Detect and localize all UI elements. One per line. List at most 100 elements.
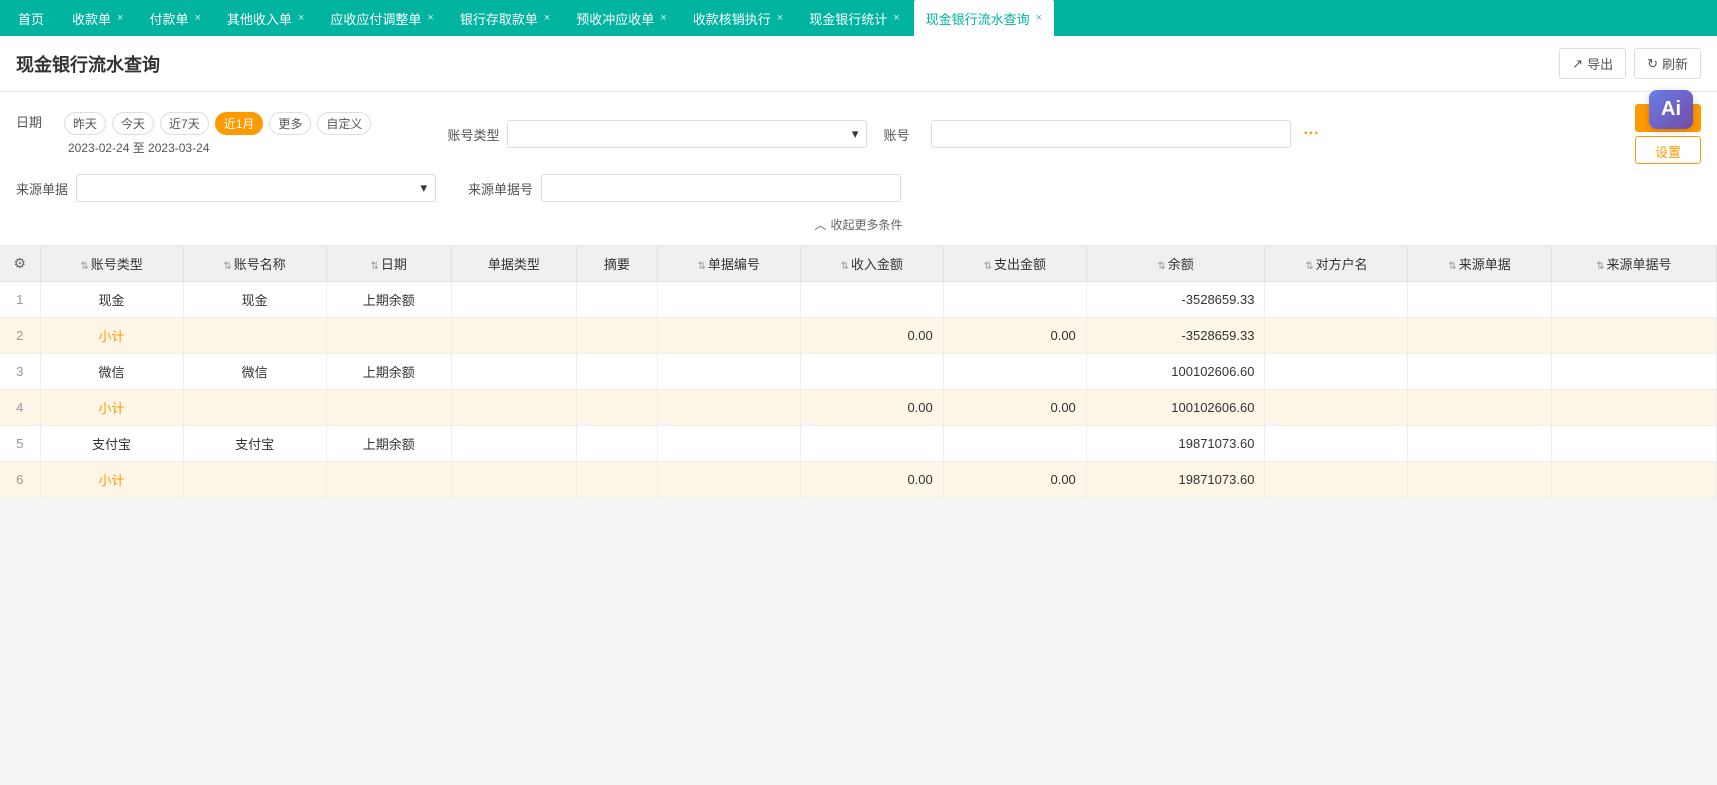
- date-label: 日期: [16, 112, 56, 131]
- cell-account-name: 支付宝: [183, 426, 326, 462]
- date-option-btn[interactable]: 近7天: [160, 112, 209, 135]
- collapse-bar[interactable]: ︿ 收起更多条件: [16, 212, 1701, 237]
- row-number: 2: [0, 318, 40, 354]
- nav-tab[interactable]: 银行存取款单×: [448, 0, 562, 36]
- source-doc-filter: 来源单据 ▾: [16, 174, 436, 202]
- th-balance[interactable]: ⇅余额: [1086, 246, 1265, 282]
- th-expense[interactable]: ⇅支出金额: [943, 246, 1086, 282]
- nav-tab[interactable]: 现金银行统计 ×: [797, 0, 911, 36]
- nav-home[interactable]: 首页: [4, 0, 58, 36]
- header-actions: ↗ 导出 ↻ 刷新: [1559, 48, 1701, 79]
- nav-tab-label: 预收冲应收单: [576, 9, 654, 28]
- th-doc-no[interactable]: ⇅单据编号: [657, 246, 800, 282]
- sort-icon: ⇅: [1596, 261, 1604, 272]
- account-more-button[interactable]: ···: [1299, 125, 1323, 143]
- cell-doc-no: [657, 282, 800, 318]
- cell-source-doc: [1408, 462, 1551, 498]
- nav-tab[interactable]: 应收应付调整单×: [318, 0, 445, 36]
- th-account-type[interactable]: ⇅账号类型: [40, 246, 183, 282]
- th-gear[interactable]: ⚙: [0, 246, 40, 282]
- row-number: 4: [0, 390, 40, 426]
- source-doc-select[interactable]: ▾: [76, 174, 436, 202]
- row-number: 3: [0, 354, 40, 390]
- th-source-doc-no[interactable]: ⇅来源单据号: [1551, 246, 1716, 282]
- cell-source-doc: [1408, 354, 1551, 390]
- account-type-select[interactable]: ▾: [507, 120, 867, 148]
- sort-icon: ⇅: [984, 261, 992, 272]
- date-option-btn[interactable]: 更多: [269, 112, 311, 135]
- th-source-doc[interactable]: ⇅来源单据: [1408, 246, 1551, 282]
- date-option-btn[interactable]: 昨天: [64, 112, 106, 135]
- cell-date: 上期余额: [326, 354, 451, 390]
- account-type-label: 账号类型: [447, 125, 499, 144]
- ai-assistant-badge[interactable]: Ai: [1649, 90, 1693, 129]
- sort-icon: ⇅: [1305, 261, 1313, 272]
- table-row: 4小计0.000.00100102606.60: [0, 390, 1717, 426]
- cell-date: [326, 462, 451, 498]
- th-counterpart[interactable]: ⇅对方户名: [1265, 246, 1408, 282]
- row-number: 5: [0, 426, 40, 462]
- cell-source-doc-no: [1551, 354, 1716, 390]
- date-option-btn[interactable]: 自定义: [317, 112, 371, 135]
- nav-tab-label: 收款单: [72, 9, 111, 28]
- cell-source-doc: [1408, 318, 1551, 354]
- th-date[interactable]: ⇅日期: [326, 246, 451, 282]
- refresh-button[interactable]: ↻ 刷新: [1634, 48, 1701, 79]
- sort-icon: ⇅: [371, 261, 379, 272]
- nav-tab-close[interactable]: ×: [194, 12, 200, 24]
- cell-balance: 19871073.60: [1086, 426, 1265, 462]
- date-option-btn[interactable]: 今天: [112, 112, 154, 135]
- nav-tab[interactable]: 收款核销执行×: [681, 0, 795, 36]
- nav-tab[interactable]: 预收冲应收单 ×: [564, 0, 678, 36]
- filter-row-1: 日期 昨天今天近7天近1月更多自定义 2023-02-24 至 2023-03-…: [16, 104, 1701, 164]
- cell-doc-no: [657, 318, 800, 354]
- date-option-btn[interactable]: 近1月: [215, 112, 264, 135]
- th-account-name[interactable]: ⇅账号名称: [183, 246, 326, 282]
- table-row: 2小计0.000.00-3528659.33: [0, 318, 1717, 354]
- th-income[interactable]: ⇅收入金额: [800, 246, 943, 282]
- cell-account-name: 现金: [183, 282, 326, 318]
- nav-tab-label: 其他收入单: [227, 9, 292, 28]
- cell-doc-no: [657, 426, 800, 462]
- export-button[interactable]: ↗ 导出: [1559, 48, 1626, 79]
- cell-summary: [577, 390, 658, 426]
- nav-tab[interactable]: 付款单×: [137, 0, 212, 36]
- cell-account-type: 小计: [40, 390, 183, 426]
- sort-icon: ⇅: [223, 261, 231, 272]
- cell-expense: 0.00: [943, 318, 1086, 354]
- filter-row-2: 来源单据 ▾ 来源单据号: [16, 174, 1701, 202]
- data-table: ⚙ ⇅账号类型 ⇅账号名称 ⇅日期 单据类型 摘要 ⇅单据编号 ⇅收入金额 ⇅支…: [0, 246, 1717, 498]
- account-input[interactable]: [931, 120, 1291, 148]
- cell-counterpart: [1265, 282, 1408, 318]
- nav-tab[interactable]: 收款单 ×: [60, 0, 135, 36]
- cell-expense: [943, 426, 1086, 462]
- nav-tab-close[interactable]: ×: [427, 12, 433, 24]
- nav-tab-close[interactable]: ×: [544, 12, 550, 24]
- nav-tab-close[interactable]: ×: [777, 12, 783, 24]
- cell-doc-no: [657, 354, 800, 390]
- nav-tab-close[interactable]: ×: [117, 12, 123, 24]
- cell-source-doc: [1408, 426, 1551, 462]
- table-row: 6小计0.000.0019871073.60: [0, 462, 1717, 498]
- source-doc-no-input[interactable]: [541, 174, 901, 202]
- nav-tab[interactable]: 其他收入单 ×: [215, 0, 316, 36]
- cell-account-name: [183, 390, 326, 426]
- cell-doc-type: [451, 318, 576, 354]
- nav-tab-label: 现金银行统计: [809, 9, 887, 28]
- nav-tab-close[interactable]: ×: [1036, 12, 1042, 24]
- cell-income: [800, 426, 943, 462]
- cell-income: 0.00: [800, 318, 943, 354]
- cell-account-type: 小计: [40, 318, 183, 354]
- nav-tab-close[interactable]: ×: [660, 12, 666, 24]
- nav-tab[interactable]: 现金银行流水查询×: [914, 0, 1054, 36]
- cell-summary: [577, 318, 658, 354]
- nav-tab-close[interactable]: ×: [893, 12, 899, 24]
- cell-doc-type: [451, 282, 576, 318]
- settings-button[interactable]: 设置: [1635, 136, 1701, 164]
- cell-account-name: [183, 318, 326, 354]
- nav-tab-close[interactable]: ×: [298, 12, 304, 24]
- date-options: 昨天今天近7天近1月更多自定义: [64, 112, 371, 135]
- cell-account-type: 现金: [40, 282, 183, 318]
- sort-icon: ⇅: [841, 261, 849, 272]
- top-navigation: 首页 收款单×付款单×其他收入单×应收应付调整单×银行存取款单×预收冲应收单×收…: [0, 0, 1717, 36]
